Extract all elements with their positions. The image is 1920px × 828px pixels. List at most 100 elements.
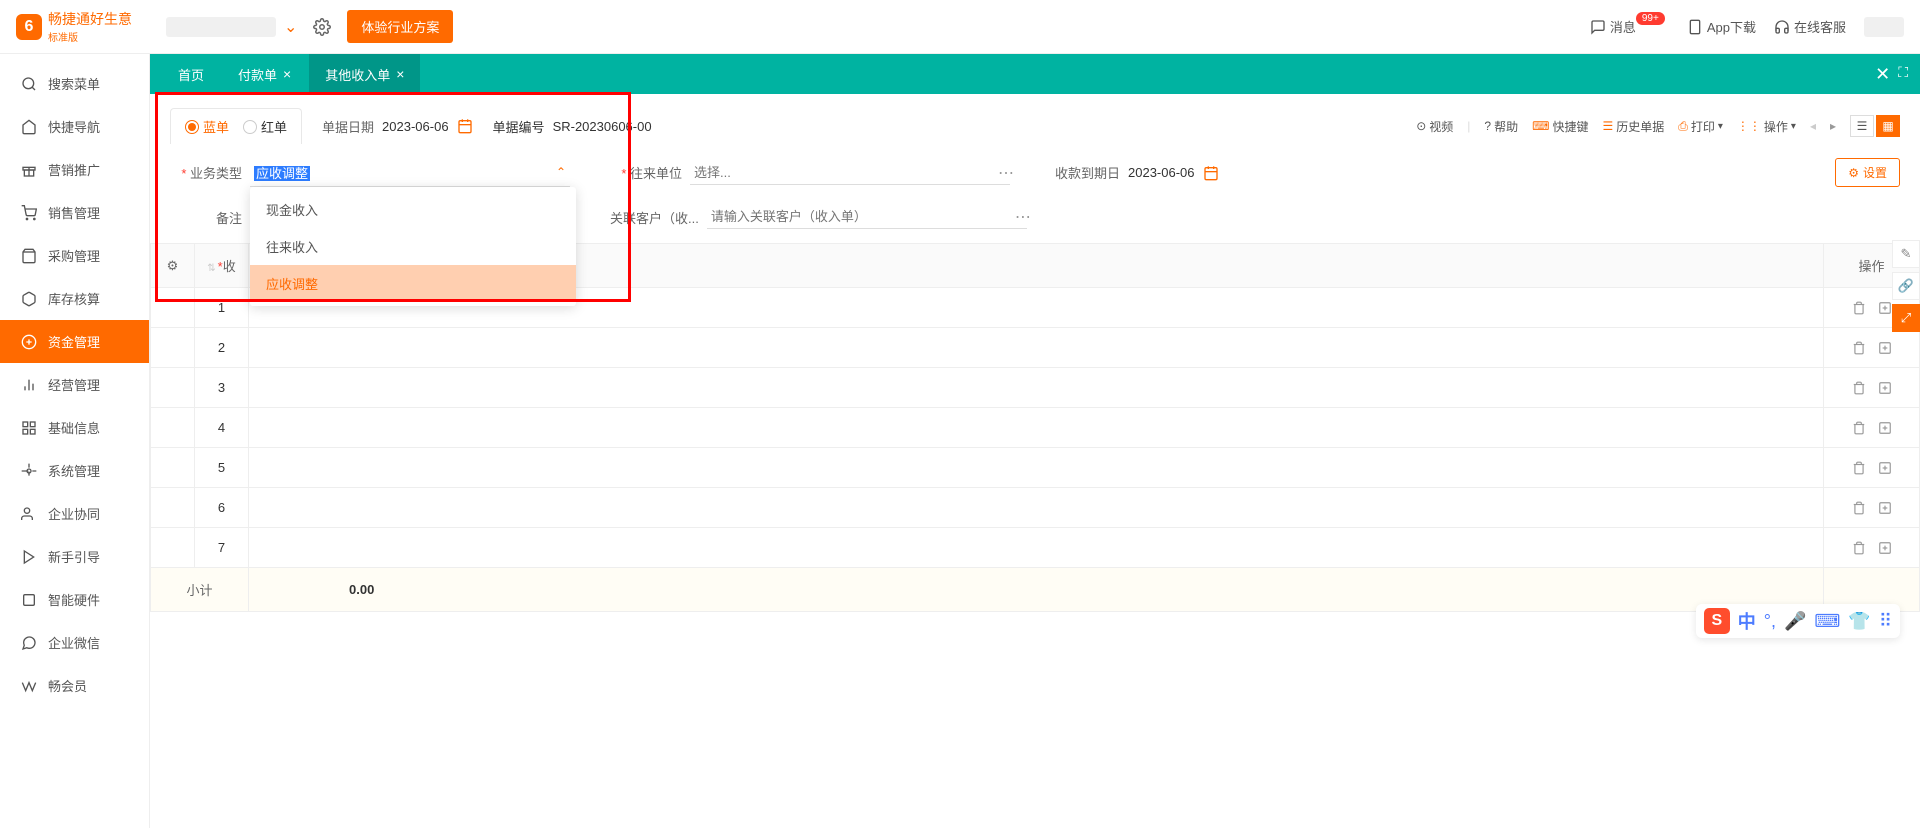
add-row-icon[interactable] [1878, 381, 1892, 395]
help-button[interactable]: ?帮助 [1484, 118, 1518, 135]
radio-blue[interactable]: 蓝单 [185, 117, 229, 136]
tab-fullscreen-icon[interactable]: ⛶ [1898, 64, 1908, 85]
box-icon [20, 290, 38, 308]
ime-skin-icon[interactable]: 👕 [1848, 611, 1870, 632]
table-row[interactable]: 3 [151, 368, 1920, 408]
sidebar-item-bag[interactable]: 采购管理 [0, 234, 149, 277]
ime-lang-label[interactable]: 中 [1738, 608, 1756, 634]
table-row[interactable]: 2 [151, 328, 1920, 368]
logo[interactable]: 6 畅捷通好生意 标准版 [16, 9, 150, 44]
chevron-down-icon: ▾ [1718, 121, 1723, 132]
row-number: 2 [195, 328, 249, 368]
radio-red[interactable]: 红单 [243, 117, 287, 136]
sidebar-item-chart[interactable]: 经营管理 [0, 363, 149, 406]
dropdown-option-adjust[interactable]: 应收调整 [250, 265, 576, 302]
list-view-toggle[interactable]: ☰ [1850, 115, 1874, 137]
sidebar-item-device[interactable]: 智能硬件 [0, 578, 149, 621]
sidebar-item-box[interactable]: 库存核算 [0, 277, 149, 320]
sidebar-item-gear[interactable]: 系统管理 [0, 449, 149, 492]
table-row[interactable]: 6 [151, 488, 1920, 528]
grid-view-toggle[interactable]: ▦ [1876, 115, 1900, 137]
table-sort-column[interactable]: ⇅*收 [195, 244, 249, 288]
sidebar-item-gift[interactable]: 营销推广 [0, 148, 149, 191]
next-icon[interactable]: ▸ [1830, 119, 1836, 133]
trial-button[interactable]: 体验行业方案 [347, 10, 453, 43]
sidebar-item-label: 库存核算 [48, 289, 100, 308]
doc-date-value: 2023-06-06 [382, 119, 449, 134]
biz-type-select[interactable]: 应收调整 ⌃ 现金收入 往来收入 应收调整 [250, 159, 570, 187]
sidebar-item-money[interactable]: 资金管理 [0, 320, 149, 363]
delete-row-icon[interactable] [1852, 301, 1866, 315]
delete-row-icon[interactable] [1852, 421, 1866, 435]
add-row-icon[interactable] [1878, 501, 1892, 515]
partner-input[interactable] [690, 161, 1010, 185]
delete-row-icon[interactable] [1852, 381, 1866, 395]
add-row-icon[interactable] [1878, 341, 1892, 355]
delete-row-icon[interactable] [1852, 541, 1866, 555]
user-avatar[interactable] [1864, 17, 1904, 37]
tab-其他收入单[interactable]: 其他收入单× [309, 54, 420, 94]
ime-keyboard-icon[interactable]: ⌨ [1814, 611, 1840, 632]
ime-mic-icon[interactable]: 🎤 [1784, 611, 1806, 632]
close-icon[interactable]: × [396, 66, 404, 82]
ime-punct-icon[interactable]: °, [1764, 611, 1776, 632]
doc-date-field[interactable]: 单据日期 2023-06-06 [322, 117, 473, 136]
history-button[interactable]: ☰历史单据 [1602, 118, 1664, 135]
sidebar-item-grid[interactable]: 基础信息 [0, 406, 149, 449]
sidebar-item-label: 采购管理 [48, 246, 100, 265]
account-selector[interactable]: ⌄ [166, 17, 297, 37]
related-input[interactable] [707, 205, 1027, 229]
partner-lookup-icon[interactable]: ⋯ [998, 163, 1015, 183]
prev-icon[interactable]: ◂ [1810, 119, 1816, 133]
dropdown-option-cash[interactable]: 现金收入 [250, 191, 576, 228]
print-button[interactable]: ⎙打印▾ [1678, 118, 1723, 135]
sidebar-item-home[interactable]: 快捷导航 [0, 105, 149, 148]
sidebar-item-vip[interactable]: 畅会员 [0, 664, 149, 707]
ime-menu-icon[interactable]: ⠿ [1879, 611, 1892, 632]
gear-icon: ⚙ [167, 258, 179, 273]
table-row[interactable]: 7 [151, 528, 1920, 568]
video-button[interactable]: ⊙视频 [1416, 118, 1453, 135]
table-row[interactable]: 4 [151, 408, 1920, 448]
settings-label: 设置 [1863, 164, 1887, 181]
dropdown-option-ar[interactable]: 往来收入 [250, 228, 576, 265]
tab-close-all-icon[interactable]: ✕ [1875, 64, 1890, 85]
guide-icon [20, 548, 38, 566]
float-attach-button[interactable]: 🔗 [1892, 272, 1920, 300]
add-row-icon[interactable] [1878, 461, 1892, 475]
calendar-icon[interactable] [457, 118, 473, 134]
close-icon[interactable]: × [283, 66, 291, 82]
add-row-icon[interactable] [1878, 421, 1892, 435]
messages-link[interactable]: 消息 99+ [1590, 17, 1669, 36]
ime-bar[interactable]: S 中 °, 🎤 ⌨ 👕 ⠿ [1696, 604, 1900, 638]
tab-付款单[interactable]: 付款单× [222, 54, 307, 94]
tab-首页[interactable]: 首页 [162, 54, 220, 94]
sidebar-item-label: 智能硬件 [48, 590, 100, 609]
related-lookup-icon[interactable]: ⋯ [1015, 207, 1032, 227]
float-expand-button[interactable]: ⤢ [1892, 304, 1920, 332]
settings-gear-icon[interactable] [313, 18, 331, 36]
device-icon [20, 591, 38, 609]
online-service-link[interactable]: 在线客服 [1774, 17, 1846, 36]
calendar-icon[interactable] [1203, 165, 1219, 181]
home-icon [20, 118, 38, 136]
sidebar-item-wechat[interactable]: 企业微信 [0, 621, 149, 664]
delete-row-icon[interactable] [1852, 461, 1866, 475]
add-row-icon[interactable] [1878, 301, 1892, 315]
table-gear-column[interactable]: ⚙ [151, 244, 195, 288]
ops-button[interactable]: ⋮⋮操作▾ [1737, 118, 1796, 135]
sidebar-item-team[interactable]: 企业协同 [0, 492, 149, 535]
help-icon: ? [1484, 119, 1491, 133]
play-icon: ⊙ [1416, 119, 1426, 133]
app-download-link[interactable]: App下载 [1687, 17, 1756, 36]
shortcut-button[interactable]: ⌨快捷键 [1532, 118, 1588, 135]
table-row[interactable]: 5 [151, 448, 1920, 488]
sidebar-item-cart[interactable]: 销售管理 [0, 191, 149, 234]
sidebar-item-search[interactable]: 搜索菜单 [0, 62, 149, 105]
delete-row-icon[interactable] [1852, 501, 1866, 515]
float-note-button[interactable]: ✎ [1892, 240, 1920, 268]
add-row-icon[interactable] [1878, 541, 1892, 555]
sidebar-item-guide[interactable]: 新手引导 [0, 535, 149, 578]
column-settings-button[interactable]: ⚙ 设置 [1835, 158, 1900, 187]
delete-row-icon[interactable] [1852, 341, 1866, 355]
